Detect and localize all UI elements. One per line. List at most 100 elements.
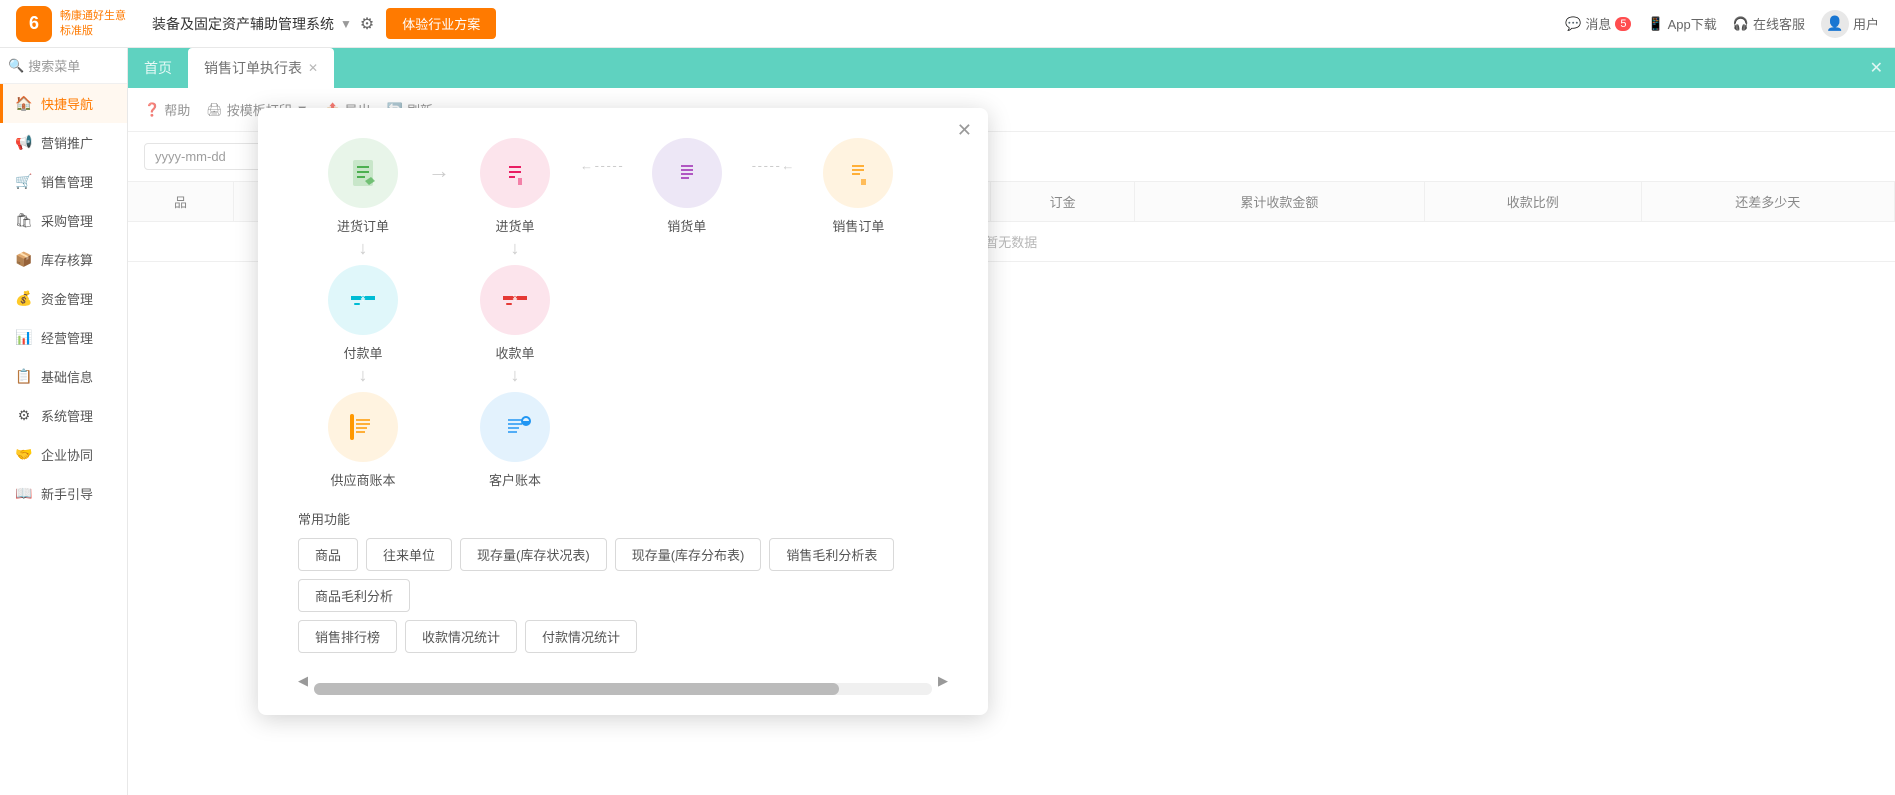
flow-node-sales-order[interactable]: 销售订单 [798, 138, 918, 235]
sidebar-item-inventory[interactable]: 📦 库存核算 [0, 240, 127, 279]
sidebar-menu: 🏠 快捷导航 📢 营销推广 🛒 销售管理 🛍 采购管理 📦 库存核 [0, 84, 127, 795]
flow-icon-supplier-ledger [328, 392, 398, 462]
common-btn-product[interactable]: 商品 [298, 538, 358, 571]
search-menu-btn[interactable]: 🔍 搜索菜单 [8, 56, 119, 75]
svg-text:¥: ¥ [511, 293, 518, 303]
online-service-btn[interactable]: 🎧 在线客服 [1733, 14, 1805, 33]
chart-icon: 📊 [15, 329, 33, 347]
arrow-purchase-receipt-down: ↓ [511, 239, 520, 257]
sidebar: 🔍 搜索菜单 🏠 快捷导航 📢 营销推广 🛒 销售管理 🛍 [0, 48, 128, 795]
modal-scrollbar[interactable] [314, 683, 932, 695]
scroll-right-btn[interactable]: ▶ [938, 673, 948, 689]
settings-icon-btn[interactable]: ⚙ [360, 14, 374, 34]
common-btn-receipt-stats[interactable]: 收款情况统计 [405, 620, 517, 653]
top-right: 💬 消息 5 📱 App下载 🎧 在线客服 👤 用户 [1565, 10, 1879, 38]
sidebar-search[interactable]: 🔍 搜索菜单 [0, 48, 127, 84]
flow-label-purchase-receipt: 进货单 [495, 216, 534, 235]
sidebar-item-sales[interactable]: 🛒 销售管理 [0, 162, 127, 201]
logo-icon: 6 [16, 6, 52, 42]
gear-icon: ⚙ [15, 407, 33, 425]
search-icon: 🔍 [8, 58, 24, 74]
arrow-purchase-order-to-payment: ↓ [359, 239, 368, 257]
trial-button[interactable]: 体验行业方案 [386, 8, 496, 39]
arrow-payment-to-supplier: ↓ [359, 366, 368, 384]
flow-icon-sales-order [823, 138, 893, 208]
phone-icon: 📱 [1647, 16, 1663, 32]
flow-icon-sales-receipt [652, 138, 722, 208]
system-title-text: 装备及固定资产辅助管理系统 [152, 14, 334, 34]
flow-label-receipt: 收款单 [495, 343, 534, 362]
flow-label-purchase-order: 进货订单 [337, 216, 389, 235]
home-icon: 🏠 [15, 95, 33, 113]
flow-node-receipt[interactable]: ¥ 收款单 [455, 265, 575, 362]
main-area: 🔍 搜索菜单 🏠 快捷导航 📢 营销推广 🛒 销售管理 🛍 [0, 48, 1895, 795]
modal-overlay: ✕ 进货订单 ↓ [128, 48, 1895, 795]
flow-icon-purchase-order [328, 138, 398, 208]
modal-scrollbar-area: ◀ ▶ [298, 667, 948, 695]
cart-icon: 🛒 [15, 173, 33, 191]
sidebar-item-finance[interactable]: 💰 资金管理 [0, 279, 127, 318]
common-btn-stock-dist[interactable]: 现存量(库存分布表) [615, 538, 762, 571]
flow-icon-receipt: ¥ [480, 265, 550, 335]
app-download-btn[interactable]: 📱 App下载 [1647, 14, 1716, 33]
sidebar-item-operation[interactable]: 📊 经营管理 [0, 318, 127, 357]
flow-icon-customer-ledger [480, 392, 550, 462]
common-btns-row-1: 商品 往来单位 现存量(库存状况表) 现存量(库存分布表) 销售毛利分析表 商品… [298, 538, 948, 612]
sidebar-item-base[interactable]: 📋 基础信息 [0, 357, 127, 396]
flow-node-supplier-ledger[interactable]: 供应商账本 [303, 392, 423, 489]
app-wrapper: 6 畅康通好生意 标准版 装备及固定资产辅助管理系统 ▼ ⚙ 体验行业方案 💬 … [0, 0, 1895, 795]
sidebar-item-marketing[interactable]: 📢 营销推广 [0, 123, 127, 162]
avatar: 👤 [1821, 10, 1849, 38]
flow-node-sales-receipt[interactable]: 销货单 [627, 138, 747, 235]
scroll-left-btn[interactable]: ◀ [298, 673, 308, 689]
scrollbar-thumb[interactable] [314, 683, 839, 695]
flow-node-payment[interactable]: ¥ 付款单 [303, 265, 423, 362]
flow-label-customer-ledger: 客户账本 [489, 470, 541, 489]
megaphone-icon: 📢 [15, 134, 33, 152]
flow-node-purchase-order[interactable]: 进货订单 [303, 138, 423, 235]
flow-label-payment: 付款单 [343, 343, 382, 362]
flow-icon-payment: ¥ [328, 265, 398, 335]
arrow-receipt-down: ↓ [511, 366, 520, 384]
common-btn-payment-stats[interactable]: 付款情况统计 [525, 620, 637, 653]
common-btn-sales-ranking[interactable]: 销售排行榜 [298, 620, 397, 653]
flow-node-purchase-receipt[interactable]: 进货单 [455, 138, 575, 235]
content-area: 首页 销售订单执行表 ✕ ✕ ❓ 帮助 🖨 按模板打印 ▼ [128, 48, 1895, 795]
handshake-icon: 🤝 [15, 446, 33, 464]
sidebar-item-quick-nav[interactable]: 🏠 快捷导航 [0, 84, 127, 123]
flow-icon-purchase-receipt [480, 138, 550, 208]
system-title: 装备及固定资产辅助管理系统 ▼ [152, 14, 352, 34]
modal-close-btn[interactable]: ✕ [957, 120, 972, 141]
logo-text: 畅康通好生意 标准版 [60, 9, 126, 38]
flow-label-supplier-ledger: 供应商账本 [330, 470, 395, 489]
headset-icon: 🎧 [1733, 16, 1749, 32]
flow-label-sales-receipt: 销货单 [667, 216, 706, 235]
chevron-down-icon[interactable]: ▼ [340, 17, 352, 31]
user-avatar-btn[interactable]: 👤 用户 [1821, 10, 1879, 38]
sidebar-item-guide[interactable]: 📖 新手引导 [0, 474, 127, 513]
top-bar: 6 畅康通好生意 标准版 装备及固定资产辅助管理系统 ▼ ⚙ 体验行业方案 💬 … [0, 0, 1895, 48]
clipboard-icon: 📋 [15, 368, 33, 386]
common-functions: 常用功能 商品 往来单位 现存量(库存状况表) 现存量(库存分布表) 销售毛利分… [298, 509, 948, 653]
svg-text:¥: ¥ [359, 293, 366, 303]
common-btn-sales-gross[interactable]: 销售毛利分析表 [769, 538, 894, 571]
message-btn[interactable]: 💬 消息 5 [1565, 14, 1631, 33]
flow-label-sales-order: 销售订单 [832, 216, 884, 235]
common-functions-title: 常用功能 [298, 509, 948, 528]
modal-box: ✕ 进货订单 ↓ [258, 108, 988, 715]
flow-node-customer-ledger[interactable]: 客户账本 [455, 392, 575, 489]
common-btn-stock-status[interactable]: 现存量(库存状况表) [460, 538, 607, 571]
message-icon: 💬 [1565, 16, 1581, 32]
sidebar-item-enterprise[interactable]: 🤝 企业协同 [0, 435, 127, 474]
sidebar-item-system[interactable]: ⚙ 系统管理 [0, 396, 127, 435]
sidebar-item-purchase[interactable]: 🛍 采购管理 [0, 201, 127, 240]
message-badge: 5 [1615, 17, 1631, 31]
box-icon: 📦 [15, 251, 33, 269]
common-btn-product-gross[interactable]: 商品毛利分析 [298, 579, 410, 612]
common-btns-row-2: 销售排行榜 收款情况统计 付款情况统计 [298, 620, 948, 653]
bag-icon: 🛍 [15, 212, 33, 230]
money-icon: 💰 [15, 290, 33, 308]
common-btn-counterpart[interactable]: 往来单位 [366, 538, 452, 571]
logo-area: 6 畅康通好生意 标准版 [16, 6, 144, 42]
book-icon: 📖 [15, 485, 33, 503]
